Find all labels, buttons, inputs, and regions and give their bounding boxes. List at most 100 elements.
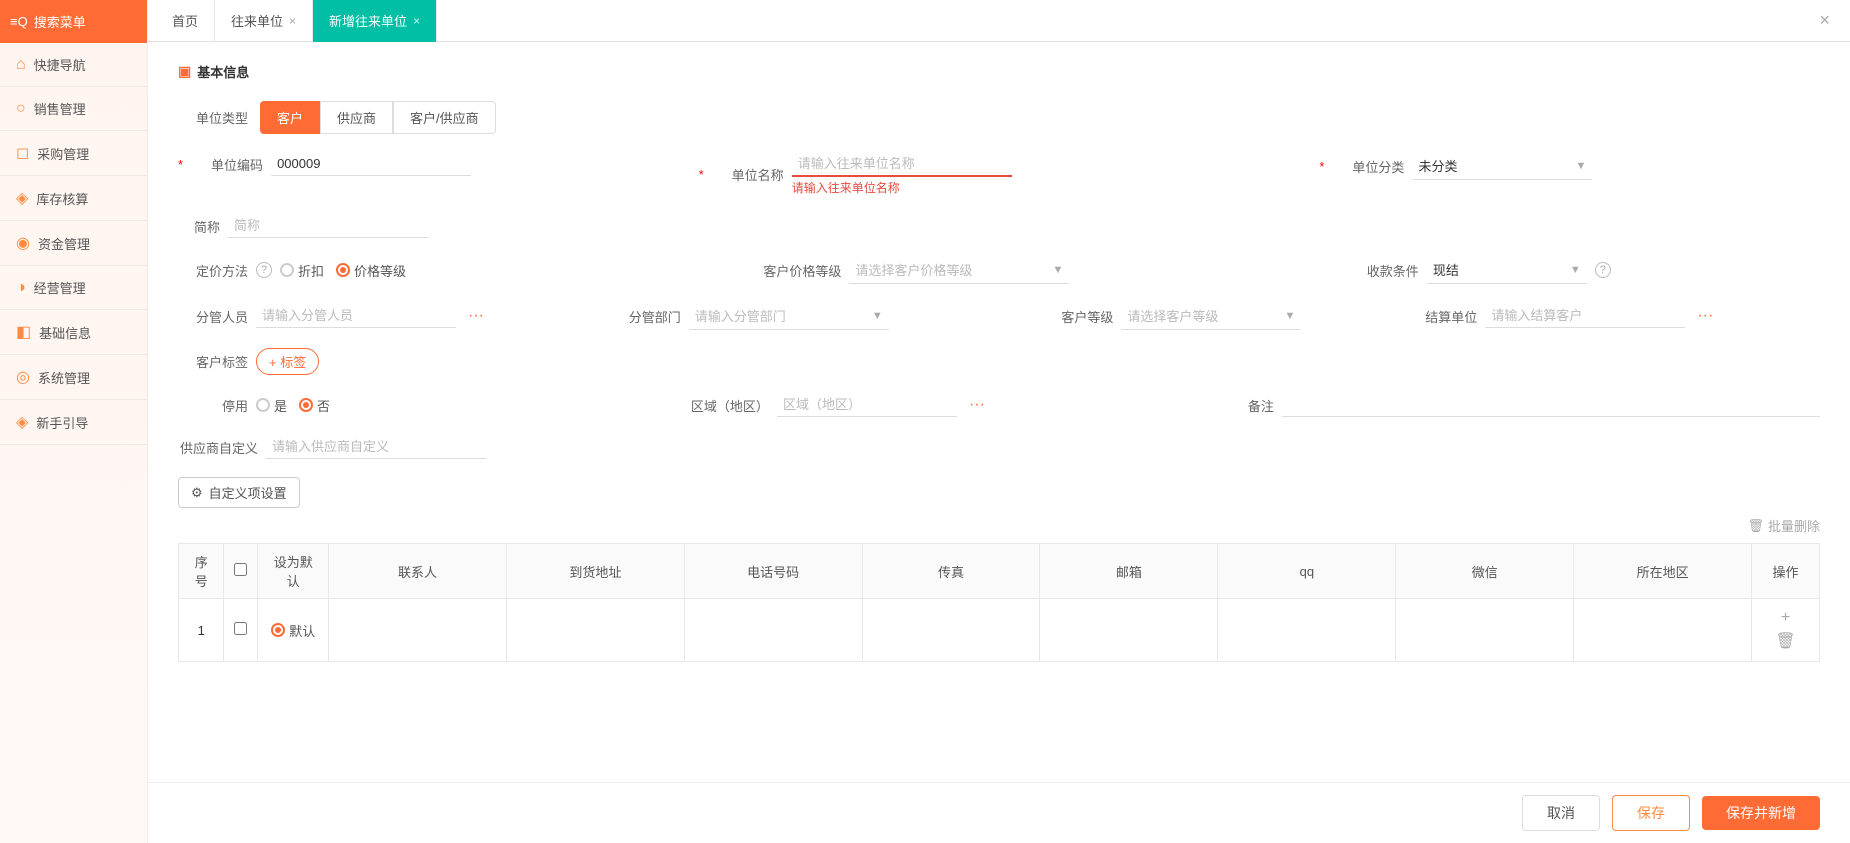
cell-default[interactable]: 默认 — [258, 599, 329, 662]
manager-more-button[interactable]: ··· — [464, 307, 488, 325]
col-default: 设为默认 — [258, 544, 329, 599]
address-input[interactable] — [517, 623, 674, 638]
window-close-button[interactable]: × — [1807, 10, 1842, 31]
add-tag-button[interactable]: + 标签 — [256, 348, 319, 375]
email-input[interactable] — [1050, 623, 1207, 638]
col-region: 所在地区 — [1574, 544, 1752, 599]
cell-phone[interactable] — [684, 599, 862, 662]
form-content: ▣ 基本信息 单位类型 客户 供应商 客户/供应商 * 单位编码 * — [148, 42, 1850, 782]
cell-region[interactable] — [1574, 599, 1752, 662]
bulk-delete-label[interactable]: 批量删除 — [1768, 516, 1820, 535]
disable-radio-group: 是 否 — [256, 396, 330, 415]
row-checkbox[interactable] — [234, 622, 247, 635]
pricing-row: 定价方法 ? 折扣 价格等级 客户价格等级 请选择客户价格等级 — [178, 256, 1820, 284]
fax-input[interactable] — [873, 623, 1030, 638]
radio-price-level[interactable]: 价格等级 — [336, 261, 406, 280]
customer-level-select[interactable]: 请选择客户等级 ▼ — [1121, 302, 1301, 330]
remark-field: 备注 — [1204, 393, 1820, 417]
unit-code-input[interactable] — [271, 152, 471, 176]
cell-wechat[interactable] — [1396, 599, 1574, 662]
tab-home[interactable]: 首页 — [156, 0, 215, 42]
radio-disable-yes[interactable]: 是 — [256, 396, 287, 415]
customer-price-label: 客户价格等级 — [763, 261, 841, 280]
sidebar-item-quick-nav[interactable]: ⌂ 快捷导航 — [0, 43, 147, 87]
cell-address[interactable] — [506, 599, 684, 662]
add-row-button[interactable]: + — [1777, 607, 1794, 629]
col-contact: 联系人 — [329, 544, 507, 599]
sidebar-item-system[interactable]: ◎ 系统管理 — [0, 355, 147, 400]
sidebar-item-inventory[interactable]: ◈ 库存核算 — [0, 176, 147, 221]
radio-price-level-circle — [336, 263, 350, 277]
tab-new-partner-close[interactable]: × — [413, 14, 420, 28]
settlement-more-button[interactable]: ··· — [1693, 307, 1717, 325]
payment-terms-select[interactable]: 现结 ▼ — [1427, 256, 1587, 284]
wechat-input[interactable] — [1406, 623, 1563, 638]
settlement-input[interactable] — [1485, 304, 1685, 328]
form-footer: 取消 保存 保存并新增 — [148, 782, 1850, 843]
pricing-help-icon[interactable]: ? — [256, 262, 272, 278]
sidebar-item-sales[interactable]: ○ 销售管理 — [0, 87, 147, 131]
col-index: 序号 — [179, 544, 224, 599]
tab-partners-close[interactable]: × — [289, 14, 296, 28]
sidebar-item-basic[interactable]: ◧ 基础信息 — [0, 310, 147, 355]
supplier-custom-input[interactable] — [266, 435, 486, 459]
unit-type-supplier[interactable]: 供应商 — [320, 101, 393, 134]
default-radio[interactable]: 默认 — [268, 621, 318, 640]
sidebar-item-label: 采购管理 — [37, 144, 89, 163]
unit-type-both[interactable]: 客户/供应商 — [393, 101, 496, 134]
sidebar-item-label: 新手引导 — [36, 413, 88, 432]
remark-label: 备注 — [1204, 396, 1274, 415]
region-more-button[interactable]: ··· — [965, 396, 989, 414]
cell-email[interactable] — [1040, 599, 1218, 662]
settlement-label: 结算单位 — [1407, 307, 1477, 326]
department-select[interactable]: 请输入分管部门 ▼ — [689, 302, 889, 330]
radio-discount-label: 折扣 — [298, 261, 324, 280]
cell-checkbox[interactable] — [224, 599, 258, 662]
phone-input[interactable] — [695, 623, 852, 638]
save-and-new-button[interactable]: 保存并新增 — [1702, 796, 1820, 830]
cell-contact[interactable] — [329, 599, 507, 662]
tab-home-label: 首页 — [172, 11, 198, 30]
manager-field: 分管人员 ··· — [178, 304, 591, 328]
col-wechat: 微信 — [1396, 544, 1574, 599]
cell-index: 1 — [179, 599, 224, 662]
tab-partners[interactable]: 往来单位 × — [215, 0, 313, 42]
save-button[interactable]: 保存 — [1612, 795, 1690, 831]
cell-fax[interactable] — [862, 599, 1040, 662]
unit-type-customer[interactable]: 客户 — [260, 101, 320, 134]
cancel-button[interactable]: 取消 — [1522, 795, 1600, 831]
disable-row: 停用 是 否 区域（地区） ··· 备注 — [178, 393, 1820, 417]
col-checkbox[interactable] — [224, 544, 258, 599]
region-input[interactable] — [777, 393, 957, 417]
tab-new-partner[interactable]: 新增往来单位 × — [313, 0, 437, 42]
search-menu[interactable]: ≡Q 搜索菜单 — [0, 0, 147, 43]
qq-input[interactable] — [1228, 623, 1385, 638]
unit-code-field: * 单位编码 — [178, 152, 679, 176]
cell-actions: + 🗑 — [1752, 599, 1820, 662]
delete-row-button[interactable]: 🗑 — [1771, 629, 1799, 653]
operations-icon: ◑ — [16, 279, 26, 297]
cell-qq[interactable] — [1218, 599, 1396, 662]
sidebar-item-finance[interactable]: ◉ 资金管理 — [0, 221, 147, 266]
custom-settings-button[interactable]: ⚙ 自定义项设置 — [178, 477, 300, 508]
customer-level-field: 客户等级 请选择客户等级 ▼ — [1043, 302, 1387, 330]
unit-name-input[interactable] — [792, 152, 1012, 177]
system-icon: ◎ — [16, 367, 30, 387]
manager-input[interactable] — [256, 304, 456, 328]
sidebar-item-purchase[interactable]: ◻ 采购管理 — [0, 131, 147, 176]
region-cell-input[interactable] — [1584, 623, 1741, 638]
sidebar-item-operations[interactable]: ◑ 经营管理 — [0, 266, 147, 310]
unit-name-container: 请输入往来单位名称 — [792, 152, 1300, 196]
radio-discount[interactable]: 折扣 — [280, 261, 324, 280]
customer-price-select[interactable]: 请选择客户价格等级 ▼ — [849, 256, 1069, 284]
sidebar-item-label: 经营管理 — [34, 278, 86, 297]
radio-disable-no[interactable]: 否 — [299, 396, 330, 415]
short-name-input[interactable] — [228, 214, 428, 238]
payment-help-icon[interactable]: ? — [1595, 262, 1611, 278]
select-all-checkbox[interactable] — [234, 563, 247, 576]
unit-category-select[interactable]: 未分类 ▼ — [1412, 152, 1592, 180]
contact-input[interactable] — [339, 623, 496, 638]
chevron-down-icon3: ▼ — [1570, 264, 1581, 276]
sidebar-item-guide[interactable]: ◈ 新手引导 — [0, 400, 147, 445]
remark-input[interactable] — [1282, 393, 1820, 417]
